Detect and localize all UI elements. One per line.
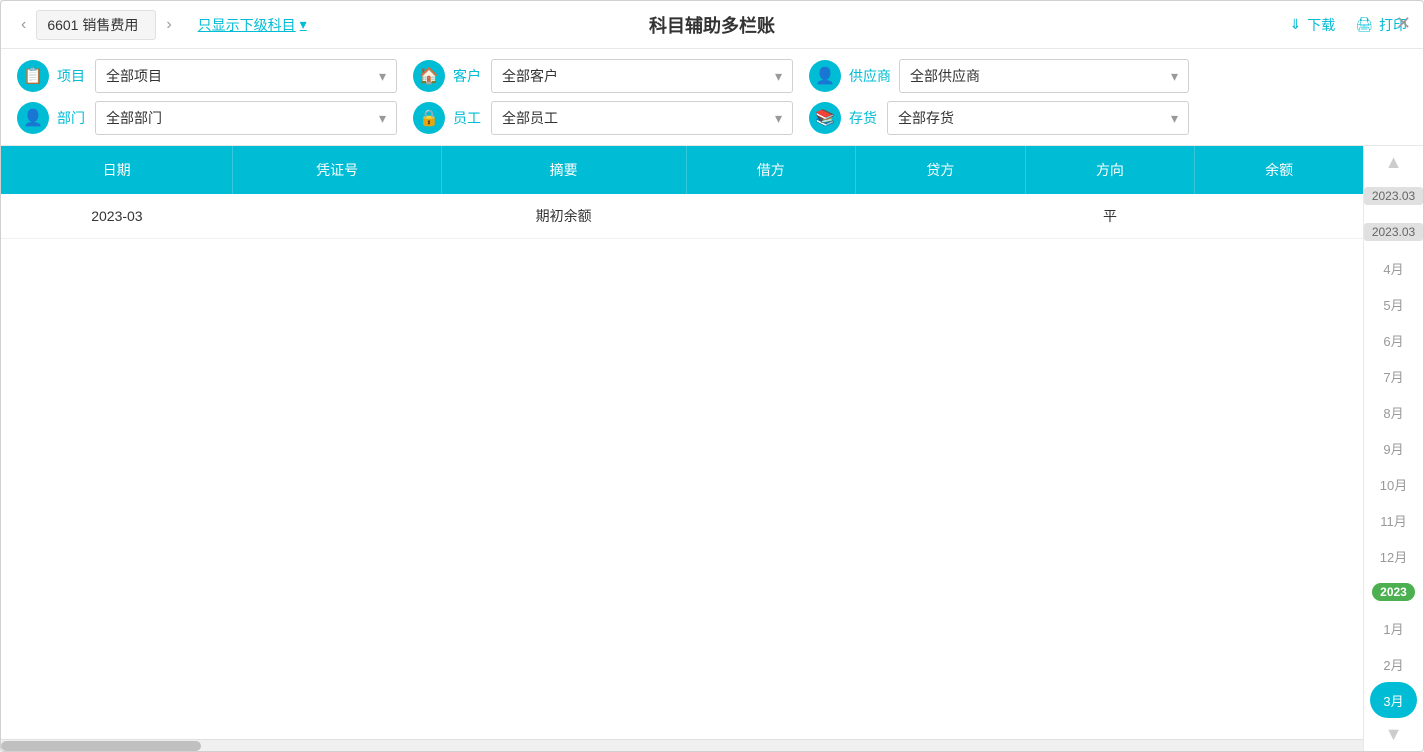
main-content: 日期 凭证号 摘要 借方 贷方 方向 余额 2023-03 期初余额 [1,146,1423,751]
employee-arrow-icon: ▾ [775,110,782,127]
timeline-month-5[interactable]: 5月 [1364,286,1423,322]
project-arrow-icon: ▾ [379,68,386,85]
account-code[interactable]: 6601 销售费用 [36,10,156,40]
filter-project: 📋 项目 全部项目 ▾ [17,59,397,93]
col-summary: 摘要 [441,146,686,194]
cell-debit [686,194,856,239]
data-table: 日期 凭证号 摘要 借方 贷方 方向 余额 2023-03 期初余额 [1,146,1363,239]
timeline-month-2[interactable]: 2月 [1364,646,1423,682]
inventory-icon: 📚 [809,102,841,134]
cell-voucher [233,194,442,239]
filter-supplier: 👤 供应商 全部供应商 ▾ [809,59,1189,93]
timeline-month-6[interactable]: 6月 [1364,322,1423,358]
cell-balance [1195,194,1363,239]
project-value: 全部项目 [106,66,162,86]
title-bar: ‹ 6601 销售费用 › 只显示下级科目 ▾ 科目辅助多栏账 ⇓ 下载 🖨 打… [1,1,1423,49]
table-body: 2023-03 期初余额 平 [1,194,1363,239]
filter-department: 👤 部门 全部部门 ▾ [17,101,397,135]
timeline-month-1[interactable]: 1月 [1364,610,1423,646]
page-title: 科目辅助多栏账 [649,12,775,38]
timeline-month-7[interactable]: 7月 [1364,358,1423,394]
timeline-pinned-1[interactable]: 2023.03 [1364,178,1423,214]
table-row[interactable]: 2023-03 期初余额 平 [1,194,1363,239]
timeline-year[interactable]: 2023 [1364,574,1423,610]
filter-bar: 📋 项目 全部项目 ▾ 🏠 客户 全部客户 ▾ 👤 供应商 全部供应 [1,49,1423,146]
supplier-value: 全部供应商 [910,66,980,86]
project-select[interactable]: 全部项目 ▾ [95,59,397,93]
show-sub-arrow-icon: ▾ [300,16,307,33]
timeline-month-8[interactable]: 8月 [1364,394,1423,430]
year-tag-label: 2023 [1372,583,1415,601]
close-button[interactable]: ✕ [1396,13,1411,34]
employee-label: 员工 [453,108,483,128]
filter-row-2: 👤 部门 全部部门 ▾ 🔒 员工 全部员工 ▾ 📚 存货 全部存货 [17,101,1407,135]
employee-icon: 🔒 [413,102,445,134]
timeline-month-11[interactable]: 11月 [1364,502,1423,538]
timeline-pinned-2-label: 2023.03 [1364,223,1423,241]
filter-customer: 🏠 客户 全部客户 ▾ [413,59,793,93]
sidebar-down-arrow[interactable]: ▼ [1364,718,1423,750]
timeline-month-4[interactable]: 4月 [1364,250,1423,286]
filter-employee: 🔒 员工 全部员工 ▾ [413,101,793,135]
cell-date: 2023-03 [1,194,233,239]
sidebar-up-arrow[interactable]: ▲ [1364,146,1423,178]
scrollbar-thumb[interactable] [1,741,201,751]
customer-label: 客户 [453,66,483,86]
department-icon: 👤 [17,102,49,134]
supplier-label: 供应商 [849,66,891,86]
supplier-select[interactable]: 全部供应商 ▾ [899,59,1189,93]
department-select[interactable]: 全部部门 ▾ [95,101,397,135]
right-sidebar: ▲ 2023.03 2023.03 4月 5月 6月 7月 8月 9月 10月 … [1363,146,1423,751]
inventory-label: 存货 [849,108,879,128]
timeline-month-3-active[interactable]: 3月 [1370,682,1417,718]
supplier-arrow-icon: ▾ [1171,68,1178,85]
timeline-pinned-2[interactable]: 2023.03 [1364,214,1423,250]
department-arrow-icon: ▾ [379,110,386,127]
col-direction: 方向 [1025,146,1195,194]
download-label: 下载 [1307,15,1335,35]
cell-direction: 平 [1025,194,1195,239]
horizontal-scrollbar[interactable] [1,739,1363,751]
inventory-select[interactable]: 全部存货 ▾ [887,101,1189,135]
department-label: 部门 [57,108,87,128]
inventory-value: 全部存货 [898,108,954,128]
table-area: 日期 凭证号 摘要 借方 贷方 方向 余额 2023-03 期初余额 [1,146,1363,751]
nav-left: ‹ 6601 销售费用 › 只显示下级科目 ▾ [17,10,307,40]
col-voucher: 凭证号 [233,146,442,194]
timeline-pinned-1-label: 2023.03 [1364,187,1423,205]
department-value: 全部部门 [106,108,162,128]
next-arrow[interactable]: › [162,12,175,38]
main-window: ‹ 6601 销售费用 › 只显示下级科目 ▾ 科目辅助多栏账 ⇓ 下载 🖨 打… [0,0,1424,752]
employee-value: 全部员工 [502,108,558,128]
cell-summary: 期初余额 [441,194,686,239]
filter-row-1: 📋 项目 全部项目 ▾ 🏠 客户 全部客户 ▾ 👤 供应商 全部供应 [17,59,1407,93]
download-icon: ⇓ [1289,16,1301,33]
supplier-icon: 👤 [809,60,841,92]
project-icon: 📋 [17,60,49,92]
show-sub-button[interactable]: 只显示下级科目 ▾ [198,15,307,35]
timeline-month-12[interactable]: 12月 [1364,538,1423,574]
col-debit: 借方 [686,146,856,194]
col-date: 日期 [1,146,233,194]
title-actions: ⇓ 下载 🖨 打印 [1289,15,1407,35]
col-credit: 贷方 [856,146,1026,194]
customer-value: 全部客户 [502,66,558,86]
table-header: 日期 凭证号 摘要 借方 贷方 方向 余额 [1,146,1363,194]
timeline-month-9[interactable]: 9月 [1364,430,1423,466]
customer-icon: 🏠 [413,60,445,92]
cell-credit [856,194,1026,239]
inventory-arrow-icon: ▾ [1171,110,1178,127]
print-icon: 🖨 [1355,16,1373,33]
col-balance: 余额 [1195,146,1363,194]
timeline-month-10[interactable]: 10月 [1364,466,1423,502]
customer-arrow-icon: ▾ [775,68,782,85]
download-button[interactable]: ⇓ 下载 [1289,15,1335,35]
project-label: 项目 [57,66,87,86]
employee-select[interactable]: 全部员工 ▾ [491,101,793,135]
show-sub-label: 只显示下级科目 [198,15,296,35]
customer-select[interactable]: 全部客户 ▾ [491,59,793,93]
filter-inventory: 📚 存货 全部存货 ▾ [809,101,1189,135]
prev-arrow[interactable]: ‹ [17,12,30,38]
